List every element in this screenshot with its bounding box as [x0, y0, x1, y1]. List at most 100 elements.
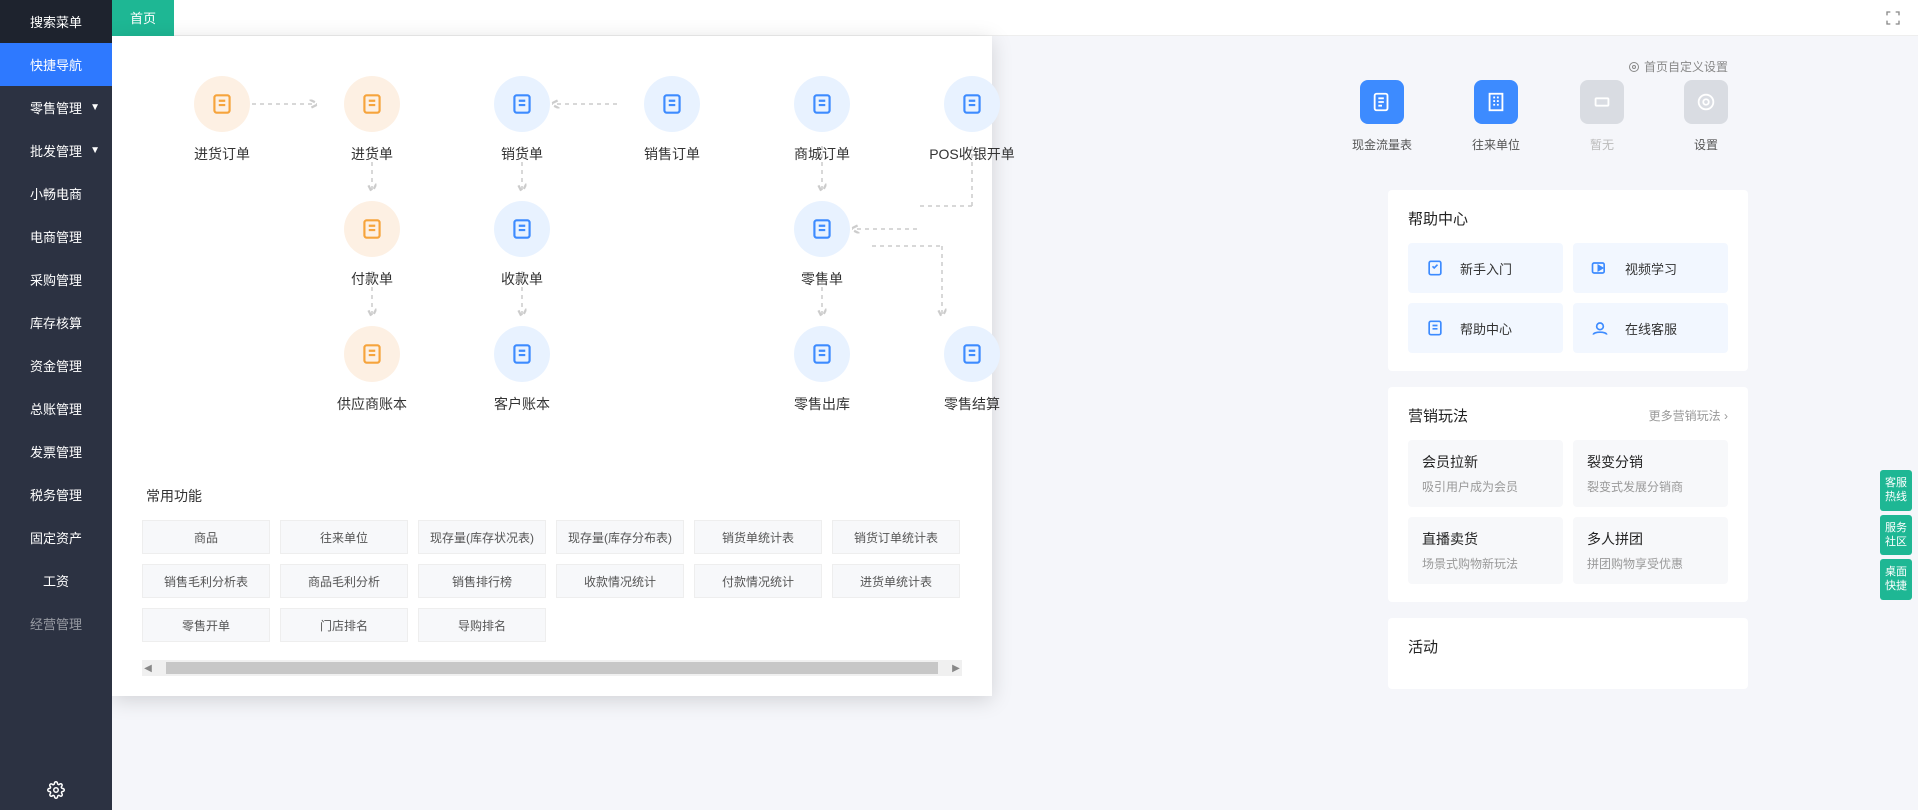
- shortcut-cashflow[interactable]: 现金流量表: [1352, 80, 1412, 153]
- common-fn-6[interactable]: 销售毛利分析表: [142, 564, 270, 598]
- settings-gear-button[interactable]: [0, 770, 112, 810]
- help-center-card: 帮助中心 新手入门 视频学习 帮助中心 在线客服: [1388, 190, 1748, 371]
- sidebar-search[interactable]: 搜索菜单: [0, 0, 112, 43]
- flow-label: 收款单: [501, 269, 543, 289]
- scroll-left-icon[interactable]: ◀: [142, 662, 154, 674]
- common-fn-14[interactable]: 导购排名: [418, 608, 546, 642]
- sidebar-item-salary[interactable]: 工资: [0, 559, 112, 602]
- help-newbie[interactable]: 新手入门: [1408, 243, 1563, 293]
- common-fn-7[interactable]: 商品毛利分析: [280, 564, 408, 598]
- promo-item-0[interactable]: 会员拉新吸引用户成为会员: [1408, 440, 1563, 507]
- marketing-card: 营销玩法 更多营销玩法 › 会员拉新吸引用户成为会员裂变分销裂变式发展分销商直播…: [1388, 387, 1748, 602]
- common-fn-0[interactable]: 商品: [142, 520, 270, 554]
- flow-icon: [494, 76, 550, 132]
- gear-small-icon: [1628, 61, 1640, 73]
- floater-hotline[interactable]: 客服热线: [1880, 470, 1912, 511]
- help-video[interactable]: 视频学习: [1573, 243, 1728, 293]
- promo-item-1[interactable]: 裂变分销裂变式发展分销商: [1573, 440, 1728, 507]
- scroll-right-icon[interactable]: ▶: [950, 662, 962, 674]
- sidebar-item-retail[interactable]: 零售管理▼: [0, 86, 112, 129]
- tab-home[interactable]: 首页: [112, 0, 174, 36]
- flow-node-xhd[interactable]: 销货单: [472, 76, 572, 164]
- sidebar-item-quicknav[interactable]: 快捷导航: [0, 43, 112, 86]
- help-center[interactable]: 帮助中心: [1408, 303, 1563, 353]
- common-fn-5[interactable]: 销货订单统计表: [832, 520, 960, 554]
- flow-node-lsd[interactable]: 零售单: [772, 201, 872, 289]
- sidebar-item-tax[interactable]: 税务管理: [0, 473, 112, 516]
- flow-node-khzb[interactable]: 客户账本: [472, 326, 572, 414]
- flow-node-jhdd[interactable]: 进货订单: [172, 76, 272, 164]
- more-marketing-link[interactable]: 更多营销玩法 ›: [1649, 407, 1728, 424]
- flow-node-pos[interactable]: POS收银开单: [922, 76, 1022, 164]
- shortcut-empty[interactable]: 暂无: [1580, 80, 1624, 153]
- flow-label: 进货单: [351, 144, 393, 164]
- help-label: 视频学习: [1625, 259, 1677, 278]
- sidebar-item-invoice[interactable]: 发票管理: [0, 430, 112, 473]
- common-fn-3[interactable]: 现存量(库存分布表): [556, 520, 684, 554]
- sidebar-item-ecommerce[interactable]: 电商管理: [0, 215, 112, 258]
- homepage-customize-link[interactable]: 首页自定义设置: [1628, 58, 1728, 75]
- flow-label: 商城订单: [794, 144, 850, 164]
- flow-node-jhd[interactable]: 进货单: [322, 76, 422, 164]
- shortcut-contacts[interactable]: 往来单位: [1472, 80, 1520, 153]
- floater-community[interactable]: 服务社区: [1880, 515, 1912, 556]
- flow-node-skd[interactable]: 收款单: [472, 201, 572, 289]
- promo-desc: 拼团购物享受优惠: [1587, 555, 1714, 572]
- sidebar-item-funds[interactable]: 资金管理: [0, 344, 112, 387]
- flow-icon: [944, 326, 1000, 382]
- flow-node-lsjs[interactable]: 零售结算: [922, 326, 1022, 414]
- flow-icon: [794, 76, 850, 132]
- common-functions-title: 常用功能: [146, 486, 962, 506]
- shortcut-label: 现金流量表: [1352, 136, 1412, 153]
- flow-label: 零售出库: [794, 394, 850, 414]
- common-fn-10[interactable]: 付款情况统计: [694, 564, 822, 598]
- sidebar-item-xiaochang[interactable]: 小畅电商: [0, 172, 112, 215]
- cashflow-icon: [1360, 80, 1404, 124]
- flow-node-gys[interactable]: 供应商账本: [322, 326, 422, 414]
- flow-icon: [944, 76, 1000, 132]
- flow-icon: [344, 201, 400, 257]
- shortcut-label: 暂无: [1590, 136, 1614, 153]
- sidebar-item-inventory[interactable]: 库存核算: [0, 301, 112, 344]
- horizontal-scrollbar[interactable]: ◀ ▶: [142, 660, 962, 676]
- scrollbar-thumb[interactable]: [166, 662, 938, 674]
- promo-item-3[interactable]: 多人拼团拼团购物享受优惠: [1573, 517, 1728, 584]
- sidebar-item-wholesale[interactable]: 批发管理▼: [0, 129, 112, 172]
- common-fn-8[interactable]: 销售排行榜: [418, 564, 546, 598]
- promo-item-2[interactable]: 直播卖货场景式购物新玩法: [1408, 517, 1563, 584]
- right-panel: 帮助中心 新手入门 视频学习 帮助中心 在线客服 营销玩法 更多营销玩法 › 会…: [1388, 190, 1748, 705]
- common-fn-1[interactable]: 往来单位: [280, 520, 408, 554]
- flow-label: 零售单: [801, 269, 843, 289]
- flow-node-scdd[interactable]: 商城订单: [772, 76, 872, 164]
- flow-node-lsck[interactable]: 零售出库: [772, 326, 872, 414]
- common-fn-12[interactable]: 零售开单: [142, 608, 270, 642]
- sidebar-item-ledger[interactable]: 总账管理: [0, 387, 112, 430]
- sidebar-item-purchase[interactable]: 采购管理: [0, 258, 112, 301]
- common-fn-4[interactable]: 销货单统计表: [694, 520, 822, 554]
- customize-label: 首页自定义设置: [1644, 60, 1728, 74]
- shortcut-settings[interactable]: 设置: [1684, 80, 1728, 153]
- promo-title: 会员拉新: [1422, 452, 1549, 472]
- common-fn-9[interactable]: 收款情况统计: [556, 564, 684, 598]
- flow-label: 销售订单: [644, 144, 700, 164]
- flow-icon: [494, 201, 550, 257]
- building-icon: [1474, 80, 1518, 124]
- sidebar-item-assets[interactable]: 固定资产: [0, 516, 112, 559]
- fullscreen-button[interactable]: [1878, 3, 1908, 33]
- flow-label: POS收银开单: [929, 144, 1015, 164]
- floater-desktop[interactable]: 桌面快捷: [1880, 559, 1912, 600]
- flow-label: 供应商账本: [337, 394, 407, 414]
- flow-node-fkd[interactable]: 付款单: [322, 201, 422, 289]
- common-fn-13[interactable]: 门店排名: [280, 608, 408, 642]
- gear-square-icon: [1684, 80, 1728, 124]
- help-support[interactable]: 在线客服: [1573, 303, 1728, 353]
- common-fn-11[interactable]: 进货单统计表: [832, 564, 960, 598]
- video-icon: [1587, 255, 1613, 281]
- flow-node-xsdd[interactable]: 销售订单: [622, 76, 722, 164]
- sidebar-item-operation[interactable]: 经营管理: [0, 602, 112, 645]
- flow-icon: [344, 76, 400, 132]
- help-label: 帮助中心: [1460, 319, 1512, 338]
- common-fn-2[interactable]: 现存量(库存状况表): [418, 520, 546, 554]
- top-shortcut-row: 现金流量表 往来单位 暂无 设置: [1352, 80, 1728, 153]
- floating-buttons: 客服热线 服务社区 桌面快捷: [1880, 470, 1912, 600]
